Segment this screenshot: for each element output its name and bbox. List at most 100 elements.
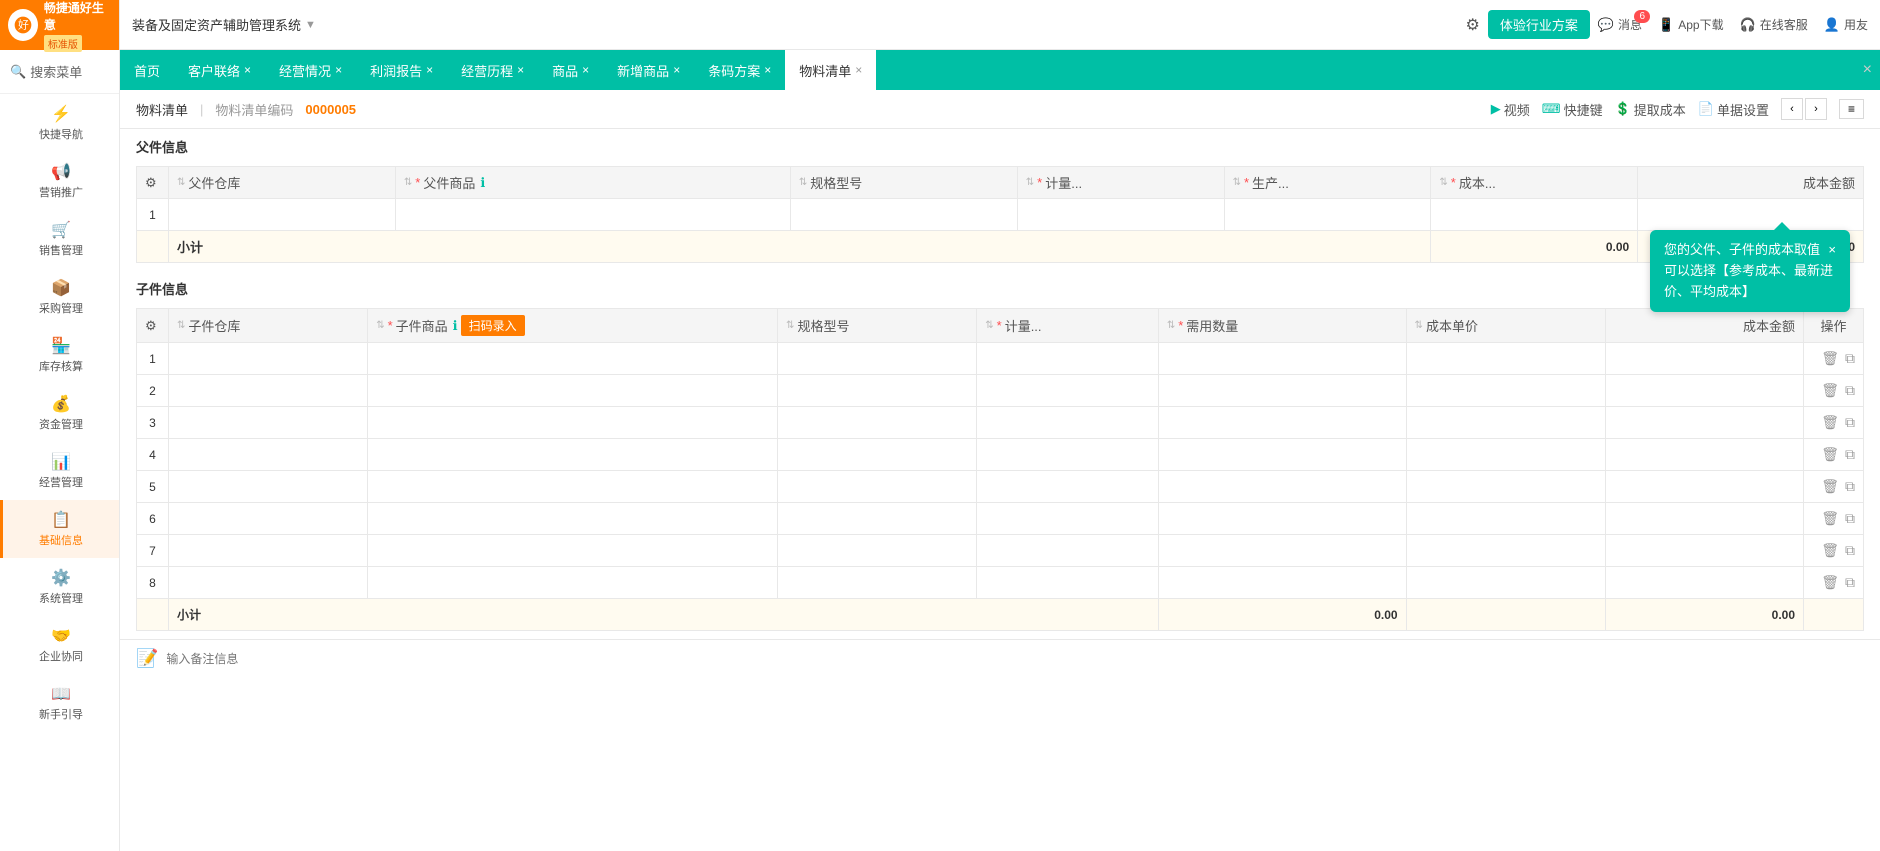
trial-button[interactable]: 体验行业方案	[1488, 10, 1590, 39]
delete-row-button[interactable]: 🗑	[1821, 382, 1839, 399]
delete-row-button[interactable]: 🗑	[1821, 574, 1839, 591]
copy-row-button[interactable]: ⧉	[1845, 510, 1855, 527]
tooltip-close-button[interactable]: ×	[1828, 240, 1836, 261]
child-unit-cell[interactable]	[977, 407, 1159, 439]
child-qty-cell[interactable]	[1158, 407, 1406, 439]
shortcut-action[interactable]: ⌨ 快捷键	[1542, 100, 1603, 119]
delete-row-button[interactable]: 🗑	[1821, 542, 1839, 559]
copy-row-button[interactable]: ⧉	[1845, 542, 1855, 559]
tab-goods[interactable]: 商品 ×	[538, 50, 603, 90]
child-goods-cell[interactable]	[368, 567, 778, 599]
child-qty-cell[interactable]	[1158, 343, 1406, 375]
tab-bom[interactable]: 物料清单 ×	[785, 50, 876, 90]
child-unit-cost-cell[interactable]	[1406, 375, 1605, 407]
copy-row-button[interactable]: ⧉	[1845, 446, 1855, 463]
tab-customer[interactable]: 客户联络 ×	[174, 50, 265, 90]
child-warehouse-cell[interactable]	[169, 567, 368, 599]
child-unit-cell[interactable]	[977, 343, 1159, 375]
child-qty-cell[interactable]	[1158, 535, 1406, 567]
breadcrumb-title[interactable]: 物料清单	[136, 100, 188, 119]
child-warehouse-cell[interactable]	[169, 439, 368, 471]
child-goods-cell[interactable]	[368, 503, 778, 535]
child-qty-cell[interactable]	[1158, 439, 1406, 471]
parent-produce-cell[interactable]	[1224, 199, 1431, 231]
nav-next-btn[interactable]: ›	[1805, 98, 1827, 120]
copy-row-button[interactable]: ⧉	[1845, 478, 1855, 495]
child-goods-cell[interactable]	[368, 439, 778, 471]
child-unit-cell[interactable]	[977, 503, 1159, 535]
settings-icon[interactable]: ⚙	[1465, 15, 1479, 35]
parent-warehouse-cell[interactable]	[169, 199, 396, 231]
child-unit-cost-cell[interactable]	[1406, 503, 1605, 535]
tab-close-profit[interactable]: ×	[426, 63, 433, 77]
tab-profit[interactable]: 利润报告 ×	[356, 50, 447, 90]
child-warehouse-cell[interactable]	[169, 375, 368, 407]
cost-action[interactable]: 💲 提取成本	[1615, 100, 1686, 119]
delete-row-button[interactable]: 🗑	[1821, 478, 1839, 495]
child-goods-cell[interactable]	[368, 375, 778, 407]
child-unit-cost-cell[interactable]	[1406, 343, 1605, 375]
parent-spec-cell[interactable]	[790, 199, 1017, 231]
sidebar-item-guide[interactable]: 📖 新手引导	[0, 674, 119, 732]
sidebar-item-marketing[interactable]: 📢 营销推广	[0, 152, 119, 210]
search-menu-button[interactable]: 🔍 搜索菜单	[6, 58, 113, 85]
child-unit-cell[interactable]	[977, 439, 1159, 471]
child-spec-cell[interactable]	[778, 503, 977, 535]
sidebar-item-quick-nav[interactable]: ⚡ 快捷导航	[0, 94, 119, 152]
child-warehouse-cell[interactable]	[169, 503, 368, 535]
child-unit-cost-cell[interactable]	[1406, 407, 1605, 439]
child-warehouse-cell[interactable]	[169, 471, 368, 503]
online-service-button[interactable]: 🎧 在线客服	[1740, 16, 1808, 33]
child-spec-cell[interactable]	[778, 407, 977, 439]
video-action[interactable]: ▶ 视频	[1491, 100, 1530, 119]
tab-home[interactable]: 首页	[120, 50, 174, 90]
child-goods-cell[interactable]	[368, 535, 778, 567]
tab-close-customer[interactable]: ×	[244, 63, 251, 77]
child-spec-cell[interactable]	[778, 535, 977, 567]
child-spec-cell[interactable]	[778, 471, 977, 503]
system-title-dropdown[interactable]: 装备及固定资产辅助管理系统 ▼	[132, 15, 1457, 34]
tab-close-operations[interactable]: ×	[335, 63, 342, 77]
sidebar-item-basic-info[interactable]: 📋 基础信息	[0, 500, 119, 558]
sidebar-item-sales[interactable]: 🛒 销售管理	[0, 210, 119, 268]
child-spec-cell[interactable]	[778, 343, 977, 375]
child-goods-cell[interactable]	[368, 343, 778, 375]
tab-close-bom[interactable]: ×	[855, 63, 862, 77]
child-unit-cost-cell[interactable]	[1406, 567, 1605, 599]
copy-row-button[interactable]: ⧉	[1845, 414, 1855, 431]
tab-close-goods[interactable]: ×	[582, 63, 589, 77]
tab-close-history[interactable]: ×	[517, 63, 524, 77]
child-warehouse-cell[interactable]	[169, 407, 368, 439]
copy-row-button[interactable]: ⧉	[1845, 382, 1855, 399]
user-menu[interactable]: 👤 用友	[1824, 16, 1868, 33]
child-unit-cell[interactable]	[977, 535, 1159, 567]
tab-close-new-goods[interactable]: ×	[673, 63, 680, 77]
child-goods-cell[interactable]	[368, 471, 778, 503]
tab-close-barcode[interactable]: ×	[764, 63, 771, 77]
delete-row-button[interactable]: 🗑	[1821, 414, 1839, 431]
parent-unit-cell[interactable]	[1017, 199, 1224, 231]
nav-prev-btn[interactable]: ‹	[1781, 98, 1803, 120]
sidebar-item-system[interactable]: ⚙️ 系统管理	[0, 558, 119, 616]
child-warehouse-cell[interactable]	[169, 535, 368, 567]
child-qty-cell[interactable]	[1158, 471, 1406, 503]
child-qty-cell[interactable]	[1158, 375, 1406, 407]
settings-gear-icon[interactable]: ⚙	[145, 175, 157, 190]
scan-button[interactable]: 扫码录入	[461, 315, 525, 336]
tab-new-goods[interactable]: 新增商品 ×	[603, 50, 694, 90]
child-unit-cell[interactable]	[977, 471, 1159, 503]
remark-input[interactable]	[166, 652, 1864, 666]
delete-row-button[interactable]: 🗑	[1821, 350, 1839, 367]
child-unit-cost-cell[interactable]	[1406, 535, 1605, 567]
copy-row-button[interactable]: ⧉	[1845, 574, 1855, 591]
child-unit-cell[interactable]	[977, 375, 1159, 407]
tab-history[interactable]: 经营历程 ×	[447, 50, 538, 90]
sidebar-search-area[interactable]: 🔍 搜索菜单	[0, 50, 119, 94]
sidebar-item-inventory[interactable]: 🏪 库存核算	[0, 326, 119, 384]
list-view-btn[interactable]: ≡	[1839, 99, 1864, 119]
sidebar-item-finance[interactable]: 💰 资金管理	[0, 384, 119, 442]
sidebar-item-operations[interactable]: 📊 经营管理	[0, 442, 119, 500]
child-spec-cell[interactable]	[778, 375, 977, 407]
child-unit-cost-cell[interactable]	[1406, 439, 1605, 471]
child-unit-cell[interactable]	[977, 567, 1159, 599]
